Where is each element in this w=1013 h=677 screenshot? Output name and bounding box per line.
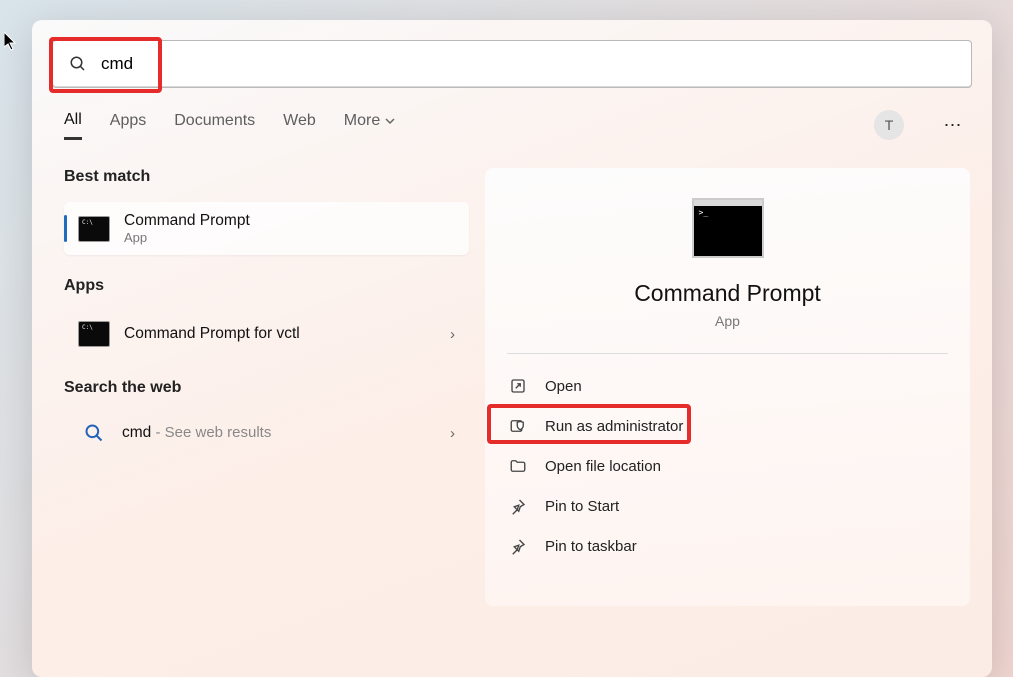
command-prompt-icon: [78, 216, 110, 242]
preview-subtitle: App: [715, 313, 740, 329]
pin-icon: [509, 497, 527, 515]
action-label: Run as administrator: [545, 418, 683, 435]
action-label: Open file location: [545, 458, 661, 475]
result-subtitle: App: [124, 230, 250, 245]
admin-shield-icon: [509, 417, 527, 435]
result-title: Command Prompt: [124, 212, 250, 230]
search-input[interactable]: [101, 54, 955, 74]
section-best-match: Best match: [64, 168, 469, 186]
section-apps: Apps: [64, 277, 469, 295]
chevron-right-icon: ›: [450, 425, 455, 442]
chevron-down-icon: [384, 115, 396, 127]
action-label: Open: [545, 378, 582, 395]
result-app-cmdvctl[interactable]: Command Prompt for vctl ›: [64, 311, 469, 357]
more-options-button[interactable]: ⋯: [938, 110, 968, 140]
pin-icon: [509, 537, 527, 555]
action-pin-start[interactable]: Pin to Start: [493, 486, 962, 526]
separator: [507, 353, 948, 354]
action-run-as-admin[interactable]: Run as administrator: [493, 406, 962, 446]
tab-all[interactable]: All: [64, 111, 82, 140]
folder-icon: [509, 457, 527, 475]
web-tail: - See web results: [151, 424, 271, 441]
section-web: Search the web: [64, 379, 469, 397]
open-icon: [509, 377, 527, 395]
result-best-command-prompt[interactable]: Command Prompt App: [64, 202, 469, 255]
result-title: Command Prompt for vctl: [124, 325, 300, 343]
search-icon: [84, 423, 104, 443]
preview-title: Command Prompt: [634, 280, 821, 307]
action-pin-taskbar[interactable]: Pin to taskbar: [493, 526, 962, 566]
tab-documents[interactable]: Documents: [174, 112, 255, 138]
chevron-right-icon: ›: [450, 326, 455, 343]
search-icon: [69, 55, 87, 73]
search-box[interactable]: [52, 40, 972, 88]
result-web-cmd[interactable]: cmd - See web results ›: [64, 413, 469, 453]
action-open[interactable]: Open: [493, 366, 962, 406]
user-avatar[interactable]: T: [874, 110, 904, 140]
tab-more[interactable]: More: [344, 112, 396, 138]
tab-apps[interactable]: Apps: [110, 112, 146, 138]
start-search-window: All Apps Documents Web More T ⋯ Best mat…: [32, 20, 992, 677]
action-label: Pin to taskbar: [545, 538, 637, 555]
command-prompt-icon: [692, 198, 764, 258]
command-prompt-icon: [78, 321, 110, 347]
results-panel: Best match Command Prompt App Apps Comma…: [64, 168, 469, 606]
web-query: cmd: [122, 424, 151, 441]
action-open-location[interactable]: Open file location: [493, 446, 962, 486]
tab-web[interactable]: Web: [283, 112, 316, 138]
details-panel: Command Prompt App Open Run as administr…: [485, 168, 970, 606]
action-label: Pin to Start: [545, 498, 619, 515]
